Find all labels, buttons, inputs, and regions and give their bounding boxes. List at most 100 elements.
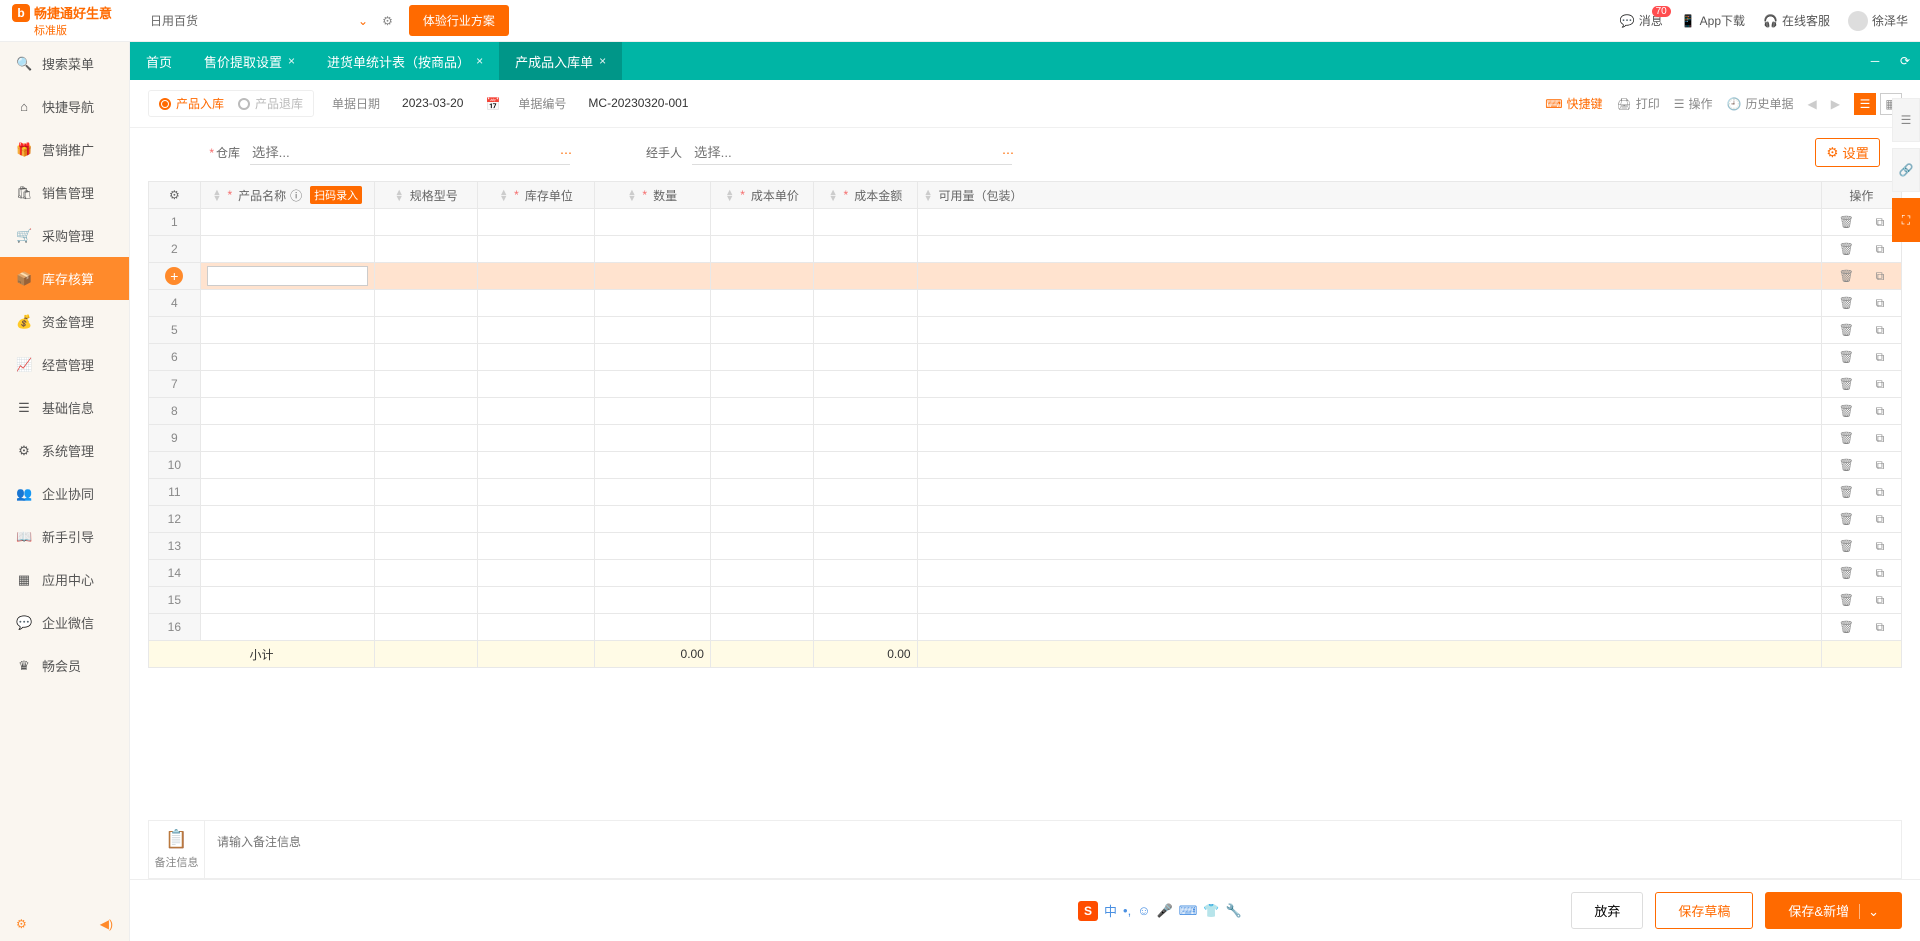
cell-avail[interactable] xyxy=(917,398,1821,425)
cell-name[interactable] xyxy=(200,533,374,560)
cell-qty[interactable] xyxy=(594,290,710,317)
cell-price[interactable] xyxy=(710,398,813,425)
rail-item-3[interactable]: ⛶ xyxy=(1892,198,1920,242)
th-unit[interactable]: ▲▼*库存单位 xyxy=(478,182,594,209)
table-row[interactable]: 4🗑⧉ xyxy=(149,290,1902,317)
cell-name[interactable] xyxy=(200,614,374,641)
cell-unit[interactable] xyxy=(478,263,594,290)
cell-qty[interactable] xyxy=(594,506,710,533)
copy-icon[interactable]: ⧉ xyxy=(1876,215,1885,230)
user-menu[interactable]: 徐泽华 xyxy=(1848,11,1908,31)
settings-icon[interactable]: ⚙ xyxy=(16,917,27,931)
cell-price[interactable] xyxy=(710,290,813,317)
cell-name[interactable] xyxy=(200,371,374,398)
delete-icon[interactable]: 🗑 xyxy=(1839,431,1854,446)
add-row-icon[interactable]: + xyxy=(165,267,183,285)
cell-price[interactable] xyxy=(710,209,813,236)
cell-amount[interactable] xyxy=(814,560,917,587)
rail-item-1[interactable]: ☰ xyxy=(1892,98,1920,142)
copy-icon[interactable]: ⧉ xyxy=(1876,539,1885,554)
date-value[interactable]: 2023-03-20 xyxy=(398,94,467,113)
rail-item-2[interactable]: 🔗 xyxy=(1892,148,1920,192)
cell-unit[interactable] xyxy=(478,587,594,614)
cell-name[interactable] xyxy=(200,479,374,506)
cell-unit[interactable] xyxy=(478,344,594,371)
cell-avail[interactable] xyxy=(917,344,1821,371)
cell-qty[interactable] xyxy=(594,344,710,371)
cell-price[interactable] xyxy=(710,344,813,371)
copy-icon[interactable]: ⧉ xyxy=(1876,458,1885,473)
settings-button[interactable]: ⚙设置 xyxy=(1815,138,1880,167)
cell-spec[interactable] xyxy=(375,479,478,506)
cell-spec[interactable] xyxy=(375,344,478,371)
cell-qty[interactable] xyxy=(594,533,710,560)
cell-name[interactable] xyxy=(200,263,374,290)
cell-price[interactable] xyxy=(710,614,813,641)
cell-unit[interactable] xyxy=(478,479,594,506)
next-icon[interactable]: ▶ xyxy=(1831,97,1840,111)
cell-qty[interactable] xyxy=(594,317,710,344)
cell-amount[interactable] xyxy=(814,506,917,533)
cell-avail[interactable] xyxy=(917,290,1821,317)
delete-icon[interactable]: 🗑 xyxy=(1839,512,1854,527)
radio-product-out[interactable]: 产品退库 xyxy=(238,95,303,112)
sidebar-item-member[interactable]: ♛畅会员 xyxy=(0,644,129,687)
cell-price[interactable] xyxy=(710,533,813,560)
cell-unit[interactable] xyxy=(478,425,594,452)
delete-icon[interactable]: 🗑 xyxy=(1839,485,1854,500)
cell-unit[interactable] xyxy=(478,560,594,587)
cell-unit[interactable] xyxy=(478,452,594,479)
cell-spec[interactable] xyxy=(375,371,478,398)
th-price[interactable]: ▲▼*成本单价 xyxy=(710,182,813,209)
delete-icon[interactable]: 🗑 xyxy=(1839,323,1854,338)
copy-icon[interactable]: ⧉ xyxy=(1876,350,1885,365)
cell-amount[interactable] xyxy=(814,263,917,290)
tab-price-settings[interactable]: 售价提取设置× xyxy=(188,42,311,80)
remark-tab[interactable]: 📋 备注信息 xyxy=(149,821,205,878)
copy-icon[interactable]: ⧉ xyxy=(1876,431,1885,446)
ime-mic-icon[interactable]: 🎤 xyxy=(1156,903,1172,919)
cell-name[interactable] xyxy=(200,209,374,236)
operate-link[interactable]: ☰操作 xyxy=(1674,95,1713,112)
cell-spec[interactable] xyxy=(375,209,478,236)
cell-unit[interactable] xyxy=(478,398,594,425)
cell-qty[interactable] xyxy=(594,425,710,452)
remark-input[interactable] xyxy=(205,821,1901,878)
cell-qty[interactable] xyxy=(594,614,710,641)
cell-unit[interactable] xyxy=(478,290,594,317)
collapse-icon[interactable]: ◀) xyxy=(100,917,113,931)
th-gear[interactable]: ⚙ xyxy=(149,182,201,209)
cell-name[interactable] xyxy=(200,560,374,587)
copy-icon[interactable]: ⧉ xyxy=(1876,323,1885,338)
table-row[interactable]: 9🗑⧉ xyxy=(149,425,1902,452)
sidebar-item-quicknav[interactable]: ⌂快捷导航 xyxy=(0,85,129,128)
close-icon[interactable]: × xyxy=(288,54,295,68)
delete-icon[interactable]: 🗑 xyxy=(1839,242,1854,257)
messages-link[interactable]: 💬 消息 70 xyxy=(1620,12,1663,29)
delete-icon[interactable]: 🗑 xyxy=(1839,377,1854,392)
cell-unit[interactable] xyxy=(478,371,594,398)
cell-avail[interactable] xyxy=(917,371,1821,398)
cell-avail[interactable] xyxy=(917,533,1821,560)
cell-name[interactable] xyxy=(200,236,374,263)
sidebar-item-guide[interactable]: 📖新手引导 xyxy=(0,515,129,558)
scan-button[interactable]: 扫码录入 xyxy=(310,186,362,204)
handler-input[interactable] xyxy=(692,141,1012,165)
tab-product-inbound[interactable]: 产成品入库单× xyxy=(499,42,622,80)
copy-icon[interactable]: ⧉ xyxy=(1876,620,1885,635)
th-avail[interactable]: ▲▼可用量（包装） xyxy=(917,182,1821,209)
delete-icon[interactable]: 🗑 xyxy=(1839,296,1854,311)
close-icon[interactable]: × xyxy=(599,54,606,68)
copy-icon[interactable]: ⧉ xyxy=(1876,485,1885,500)
delete-icon[interactable]: 🗑 xyxy=(1839,269,1854,284)
cell-avail[interactable] xyxy=(917,479,1821,506)
ime-smile-icon[interactable]: ☺ xyxy=(1137,903,1150,918)
cell-amount[interactable] xyxy=(814,371,917,398)
table-row[interactable]: 16🗑⧉ xyxy=(149,614,1902,641)
cell-unit[interactable] xyxy=(478,209,594,236)
table-row[interactable]: 11🗑⧉ xyxy=(149,479,1902,506)
cell-spec[interactable] xyxy=(375,236,478,263)
sidebar-item-purchase[interactable]: 🛒采购管理 xyxy=(0,214,129,257)
cell-price[interactable] xyxy=(710,263,813,290)
th-qty[interactable]: ▲▼*数量 xyxy=(594,182,710,209)
